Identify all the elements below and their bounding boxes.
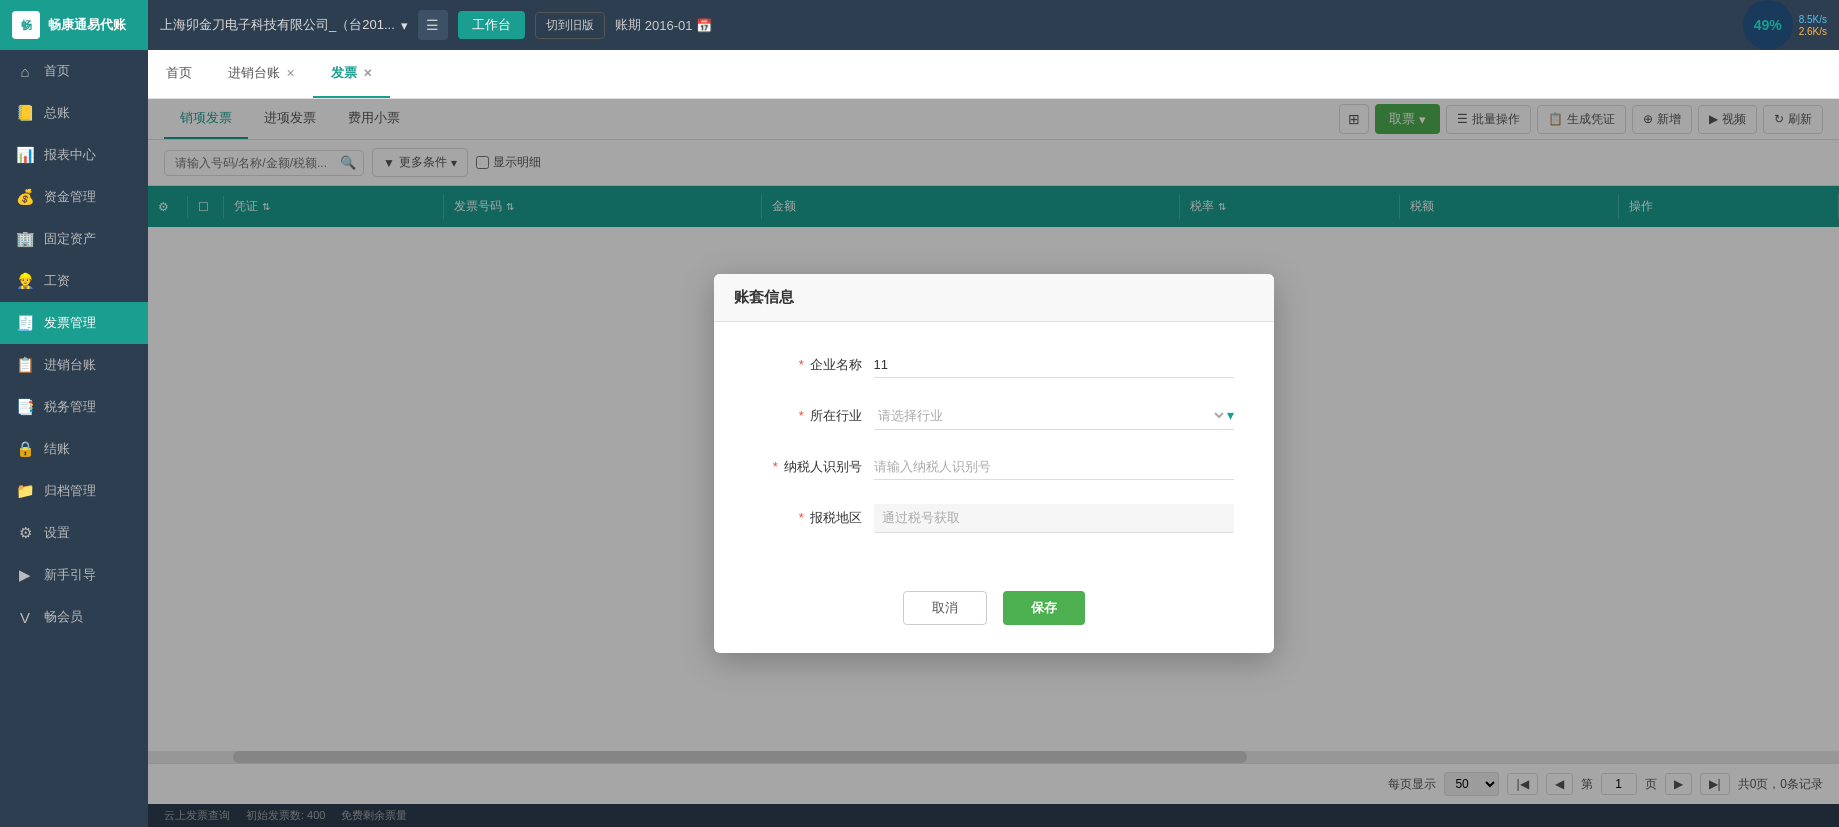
company-name-label: * 企业名称 [754, 356, 874, 374]
sidebar-item-general-ledger[interactable]: 📒 总账 [0, 92, 148, 134]
sidebar-icon-fixed-assets: 🏢 [16, 230, 34, 248]
sidebar-icon-general-ledger: 📒 [16, 104, 34, 122]
sidebar-label-sales-ledger: 进销台账 [44, 356, 96, 374]
sidebar-label-archive: 归档管理 [44, 482, 96, 500]
logo-icon: 畅 [12, 11, 40, 39]
old-version-button[interactable]: 切到旧版 [535, 12, 605, 39]
sidebar: 畅 畅康通易代账 ⌂ 首页 📒 总账 📊 报表中心 💰 资金管理 🏢 固定资产 … [0, 0, 148, 827]
required-star-4: * [799, 510, 804, 525]
required-star-3: * [773, 459, 778, 474]
sidebar-item-invoice[interactable]: 🧾 发票管理 [0, 302, 148, 344]
period-display: 账期 2016-01 📅 [615, 16, 713, 34]
dialog-footer: 取消 保存 [714, 581, 1274, 653]
tax-region-label: * 报税地区 [754, 509, 874, 527]
sidebar-label-invoice: 发票管理 [44, 314, 96, 332]
industry-row: * 所在行业 请选择行业 ▾ [754, 402, 1234, 430]
sidebar-label-tax: 税务管理 [44, 398, 96, 416]
sidebar-icon-home: ⌂ [16, 63, 34, 80]
tab-home[interactable]: 首页 [148, 50, 210, 98]
company-name: 上海卯金刀电子科技有限公司_（台201... [160, 16, 395, 34]
sidebar-label-general-ledger: 总账 [44, 104, 70, 122]
required-star-2: * [799, 408, 804, 423]
sidebar-label-settings: 设置 [44, 524, 70, 542]
industry-select[interactable]: 请选择行业 [874, 407, 1227, 424]
sidebar-icon-tax: 📑 [16, 398, 34, 416]
sidebar-label-payroll: 工资 [44, 272, 70, 290]
sidebar-icon-sales-ledger: 📋 [16, 356, 34, 374]
sidebar-icon-guide: ▶ [16, 566, 34, 584]
save-button[interactable]: 保存 [1003, 591, 1085, 625]
dialog-body: * 企业名称 * 所在行业 请选择行业 [714, 322, 1274, 581]
upload-speed: 8.5K/s [1799, 14, 1827, 25]
sidebar-icon-funds: 💰 [16, 188, 34, 206]
tax-id-label: * 纳税人识别号 [754, 458, 874, 476]
tax-id-row: * 纳税人识别号 [754, 454, 1234, 480]
sidebar-item-home[interactable]: ⌂ 首页 [0, 50, 148, 92]
sidebar-label-close: 结账 [44, 440, 70, 458]
sidebar-icon-close: 🔒 [16, 440, 34, 458]
sidebar-icon-payroll: 👷 [16, 272, 34, 290]
sidebar-icon-settings: ⚙ [16, 524, 34, 542]
industry-label: * 所在行业 [754, 407, 874, 425]
sidebar-icon-archive: 📁 [16, 482, 34, 500]
network-speed: 8.5K/s 2.6K/s [1799, 14, 1827, 37]
company-name-input[interactable] [874, 352, 1234, 378]
dialog-title: 账套信息 [714, 274, 1274, 322]
nav-tabs: 首页 进销台账 ✕ 发票 ✕ [148, 50, 1839, 99]
period-label: 账期 [615, 16, 641, 34]
sidebar-label-fixed-assets: 固定资产 [44, 230, 96, 248]
app-logo: 畅 畅康通易代账 [0, 0, 148, 50]
sidebar-item-close[interactable]: 🔒 结账 [0, 428, 148, 470]
sidebar-item-settings[interactable]: ⚙ 设置 [0, 512, 148, 554]
company-name-row: * 企业名称 [754, 352, 1234, 378]
sidebar-item-guide[interactable]: ▶ 新手引导 [0, 554, 148, 596]
sidebar-item-member[interactable]: V 畅会员 [0, 596, 148, 638]
industry-select-wrap: 请选择行业 ▾ [874, 402, 1234, 430]
cancel-button[interactable]: 取消 [903, 591, 987, 625]
tab-sales-ledger-label: 进销台账 [228, 64, 280, 82]
sidebar-icon-invoice: 🧾 [16, 314, 34, 332]
sidebar-item-payroll[interactable]: 👷 工资 [0, 260, 148, 302]
tax-region-display: 通过税号获取 [874, 504, 1234, 533]
tab-sales-ledger-close[interactable]: ✕ [286, 67, 295, 80]
sidebar-label-home: 首页 [44, 62, 70, 80]
tax-id-input[interactable] [874, 454, 1234, 480]
tab-invoice-label: 发票 [331, 64, 357, 82]
sidebar-item-fixed-assets[interactable]: 🏢 固定资产 [0, 218, 148, 260]
company-dropdown-icon[interactable]: ▾ [401, 18, 408, 33]
period-value: 2016-01 [645, 18, 693, 33]
tab-invoice-close[interactable]: ✕ [363, 67, 372, 80]
topbar: 上海卯金刀电子科技有限公司_（台201... ▾ ☰ 工作台 切到旧版 账期 2… [148, 0, 1839, 50]
sidebar-item-archive[interactable]: 📁 归档管理 [0, 470, 148, 512]
dialog-overlay: 账套信息 * 企业名称 * 所在行业 [148, 99, 1839, 827]
required-star: * [799, 357, 804, 372]
sidebar-item-funds[interactable]: 💰 资金管理 [0, 176, 148, 218]
tax-region-row: * 报税地区 通过税号获取 [754, 504, 1234, 533]
sidebar-label-reports: 报表中心 [44, 146, 96, 164]
download-speed: 2.6K/s [1799, 26, 1827, 37]
sub-content: 销项发票 进项发票 费用小票 ⊞ 取票 ▾ ☰ 批量操作 [148, 99, 1839, 827]
sidebar-icon-member: V [16, 609, 34, 626]
sidebar-item-tax[interactable]: 📑 税务管理 [0, 386, 148, 428]
tab-invoice[interactable]: 发票 ✕ [313, 50, 390, 98]
sidebar-item-sales-ledger[interactable]: 📋 进销台账 [0, 344, 148, 386]
sidebar-label-funds: 资金管理 [44, 188, 96, 206]
workspace-button[interactable]: 工作台 [458, 11, 525, 39]
tab-home-label: 首页 [166, 64, 192, 82]
topbar-settings-icon[interactable]: ☰ [418, 10, 448, 40]
sidebar-item-reports[interactable]: 📊 报表中心 [0, 134, 148, 176]
tab-sales-ledger[interactable]: 进销台账 ✕ [210, 50, 313, 98]
calendar-icon[interactable]: 📅 [696, 18, 712, 33]
sidebar-label-member: 畅会员 [44, 608, 83, 626]
network-status: 49% [1743, 0, 1793, 50]
network-pct: 49% [1754, 17, 1782, 33]
main-area: 上海卯金刀电子科技有限公司_（台201... ▾ ☰ 工作台 切到旧版 账期 2… [148, 0, 1839, 827]
sidebar-icon-reports: 📊 [16, 146, 34, 164]
sidebar-label-guide: 新手引导 [44, 566, 96, 584]
account-info-dialog: 账套信息 * 企业名称 * 所在行业 [714, 274, 1274, 653]
app-name: 畅康通易代账 [48, 16, 126, 34]
industry-dropdown-icon: ▾ [1227, 407, 1234, 423]
company-selector[interactable]: 上海卯金刀电子科技有限公司_（台201... ▾ [160, 16, 408, 34]
